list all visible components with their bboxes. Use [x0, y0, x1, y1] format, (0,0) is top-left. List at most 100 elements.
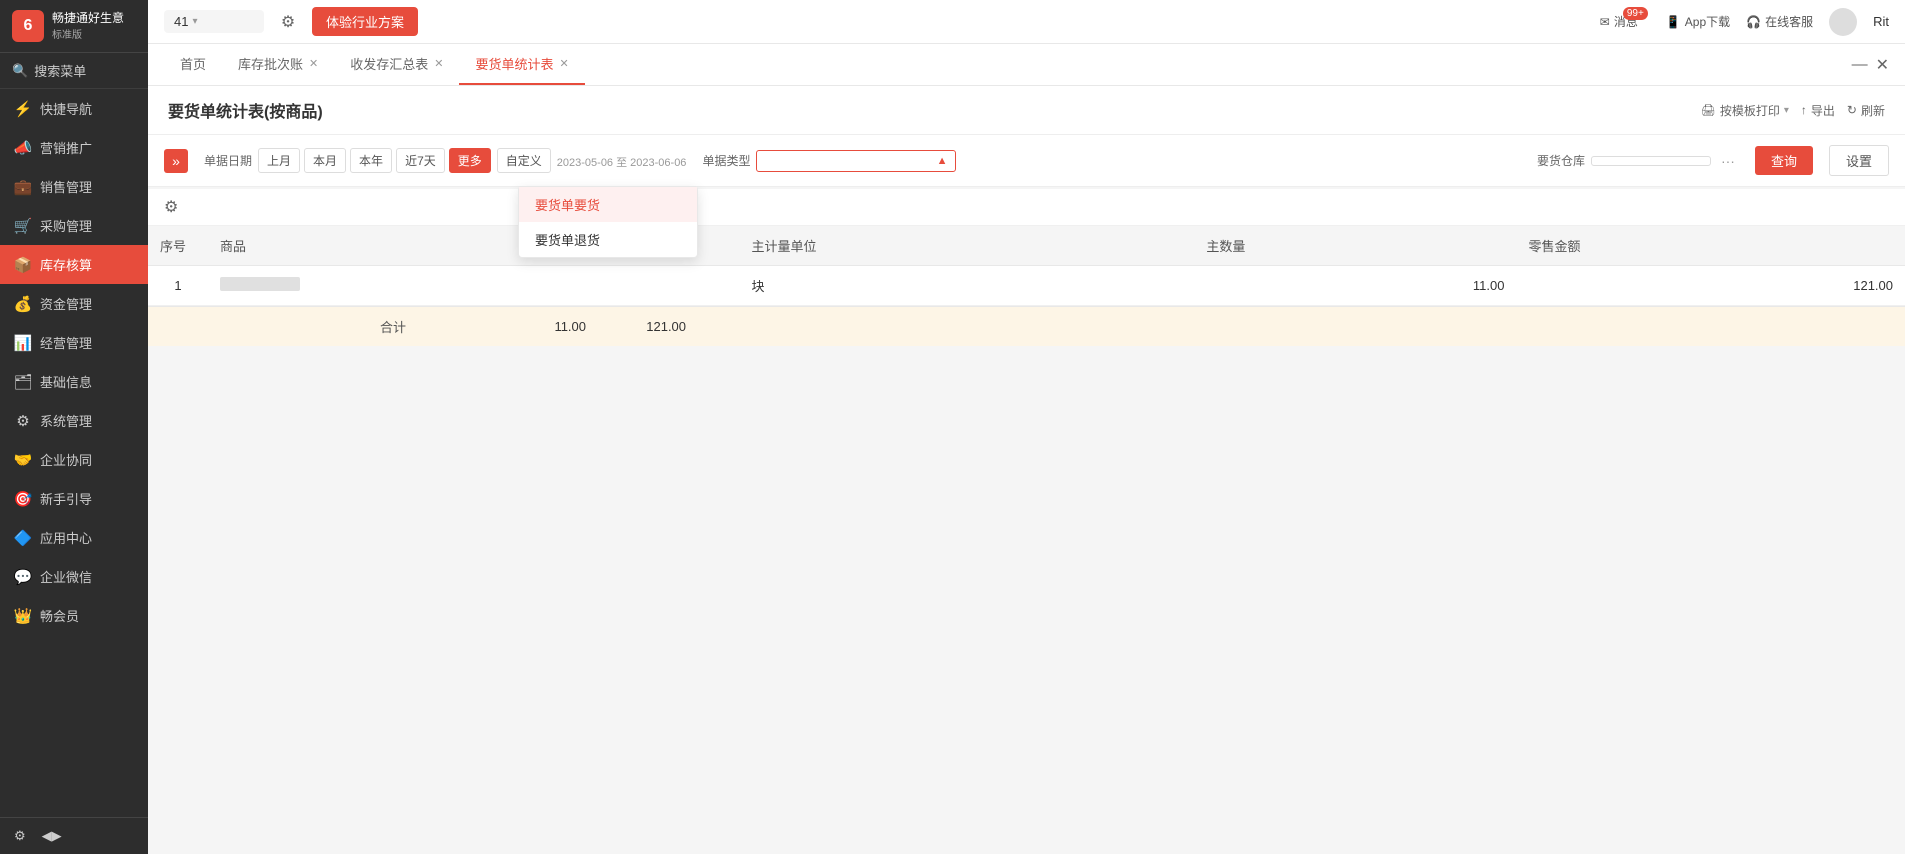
- gear-button[interactable]: ⚙: [274, 8, 302, 36]
- user-name: Rit: [1873, 14, 1889, 29]
- sidebar-item-guide[interactable]: 🎯 新手引导: [0, 479, 148, 518]
- last-7days-btn[interactable]: 近7天: [396, 148, 445, 173]
- nav-label-purchase: 采购管理: [40, 216, 92, 235]
- tab-close-inventory-batch[interactable]: ✕: [309, 57, 318, 70]
- trial-button[interactable]: 体验行业方案: [312, 7, 418, 36]
- sidebar-item-marketing[interactable]: 📣 营销推广: [0, 128, 148, 167]
- tab-minimize-icon[interactable]: —: [1852, 56, 1868, 74]
- settings-icon[interactable]: ⚙: [14, 828, 26, 844]
- tab-close-requisition-stats[interactable]: ✕: [560, 57, 569, 70]
- print-dropdown-icon: ▾: [1784, 105, 1789, 116]
- warehouse-filter-label: 要货仓库: [1537, 152, 1585, 169]
- this-year-btn[interactable]: 本年: [350, 148, 392, 173]
- warehouse-input[interactable]: [1591, 156, 1711, 166]
- main-content: 41 ▾ ⚙ 体验行业方案 ✉ 消息 99+ 📱 App下载 🎧 在线客服 Ri…: [148, 0, 1905, 854]
- sidebar-item-operation[interactable]: 📊 经营管理: [0, 323, 148, 362]
- total-quantity: 11.00: [506, 319, 586, 334]
- sidebar-item-purchase[interactable]: 🛒 采购管理: [0, 206, 148, 245]
- table-row: 1块11.00121.00: [148, 266, 1905, 306]
- user-avatar[interactable]: [1829, 8, 1857, 36]
- tab-requisition-stats[interactable]: 要货单统计表✕: [459, 44, 584, 85]
- message-icon: ✉: [1600, 15, 1610, 29]
- page-header: 要货单统计表(按商品) 🖨 按模板打印 ▾ ↑ 导出 ↻ 刷新: [148, 86, 1905, 135]
- sidebar-item-member[interactable]: 👑 畅会员: [0, 596, 148, 635]
- nav-label-inventory: 库存核算: [40, 255, 92, 274]
- dropdown-item-return[interactable]: 要货单退货: [519, 222, 697, 257]
- nav-label-guide: 新手引导: [40, 489, 92, 508]
- nav-label-basic-info: 基础信息: [40, 372, 92, 391]
- table-settings-icon[interactable]: ⚙: [164, 197, 178, 217]
- nav-icon-cooperation: 🤝: [14, 451, 32, 469]
- nav-icon-operation: 📊: [14, 334, 32, 352]
- nav-icon-inventory: 📦: [14, 256, 32, 274]
- sidebar-item-wechat[interactable]: 💬 企业微信: [0, 557, 148, 596]
- app-version: 标准版: [52, 26, 124, 41]
- export-button[interactable]: ↑ 导出: [1801, 102, 1835, 119]
- settings-button[interactable]: 设置: [1829, 145, 1889, 176]
- dropdown-item-requisition[interactable]: 要货单要货: [519, 187, 697, 222]
- export-label: 导出: [1811, 102, 1835, 119]
- type-filter-select[interactable]: ▲: [756, 150, 956, 172]
- service-icon: 🎧: [1746, 15, 1761, 29]
- date-filter-label: 单据日期: [204, 152, 252, 169]
- search-icon: 🔍: [12, 63, 28, 79]
- tab-label-inventory-batch: 库存批次账: [238, 54, 303, 73]
- tab-close-receive-summary[interactable]: ✕: [434, 57, 443, 70]
- query-button[interactable]: 查询: [1755, 146, 1813, 175]
- filter-expand-button[interactable]: »: [164, 149, 188, 173]
- store-selector[interactable]: 41 ▾: [164, 10, 264, 33]
- company-name: 畅捷通好生意: [52, 11, 124, 27]
- nav-icon-guide: 🎯: [14, 490, 32, 508]
- col-header-unit: 主计量单位: [740, 226, 1195, 266]
- collapse-icon[interactable]: ◀▶: [42, 828, 62, 844]
- refresh-button[interactable]: ↻ 刷新: [1847, 102, 1885, 119]
- more-btn[interactable]: 更多: [449, 148, 491, 173]
- chevron-down-icon: ▾: [192, 16, 197, 27]
- messages-action[interactable]: ✉ 消息 99+: [1600, 13, 1638, 30]
- sidebar-item-sales[interactable]: 💼 销售管理: [0, 167, 148, 206]
- nav-label-cooperation: 企业协同: [40, 450, 92, 469]
- table-container: ⚙ 序号商品主计量单位主数量零售金额 1块11.00121.00: [148, 189, 1905, 306]
- sidebar: 6 畅捷通好生意 标准版 🔍 搜索菜单 ⚡ 快捷导航 📣 营销推广 💼 销售管理…: [0, 0, 148, 854]
- sidebar-item-app-center[interactable]: 🔷 应用中心: [0, 518, 148, 557]
- nav-label-system: 系统管理: [40, 411, 92, 430]
- last-month-btn[interactable]: 上月: [258, 148, 300, 173]
- tab-receive-summary[interactable]: 收发存汇总表✕: [334, 44, 459, 85]
- online-service-action[interactable]: 🎧 在线客服: [1746, 13, 1813, 30]
- warehouse-filter-group: 要货仓库 ···: [1537, 152, 1739, 169]
- expand-icon: »: [172, 153, 180, 169]
- sidebar-search[interactable]: 🔍 搜索菜单: [0, 53, 148, 89]
- cell-unit-0: 块: [740, 266, 1195, 306]
- app-download-action[interactable]: 📱 App下载: [1666, 13, 1730, 30]
- custom-date-btn[interactable]: 自定义: [497, 148, 551, 173]
- nav-icon-member: 👑: [14, 607, 32, 625]
- logo-icon: 6: [12, 10, 44, 42]
- sidebar-item-basic-info[interactable]: 🗂 基础信息: [0, 362, 148, 401]
- tab-inventory-batch[interactable]: 库存批次账 ✕: [222, 44, 334, 85]
- tab-home[interactable]: 首页: [164, 44, 222, 85]
- tab-close-all-icon[interactable]: ✕: [1876, 55, 1889, 75]
- nav-icon-wechat: 💬: [14, 568, 32, 586]
- nav-label-finance: 资金管理: [40, 294, 92, 313]
- cell-amount-0: 121.00: [1516, 266, 1905, 306]
- more-dots-icon[interactable]: ···: [1717, 153, 1739, 169]
- mobile-icon: 📱: [1666, 15, 1681, 29]
- print-button[interactable]: 🖨 按模板打印 ▾: [1701, 102, 1789, 119]
- tab-label-home: 首页: [180, 54, 206, 73]
- this-month-btn[interactable]: 本月: [304, 148, 346, 173]
- nav-icon-finance: 💰: [14, 295, 32, 313]
- sidebar-item-finance[interactable]: 💰 资金管理: [0, 284, 148, 323]
- nav-icon-marketing: 📣: [14, 139, 32, 157]
- type-filter-group: 单据类型 ▲: [702, 150, 1521, 172]
- table-footer: 合计 11.00 121.00: [148, 306, 1905, 346]
- search-label: 搜索菜单: [34, 61, 86, 80]
- print-label: 按模板打印: [1720, 102, 1780, 119]
- sidebar-item-inventory[interactable]: 📦 库存核算: [0, 245, 148, 284]
- store-name: 41: [174, 14, 188, 29]
- sidebar-item-cooperation[interactable]: 🤝 企业协同: [0, 440, 148, 479]
- sidebar-item-system[interactable]: ⚙ 系统管理: [0, 401, 148, 440]
- date-shortcuts: 上月 本月 本年 近7天 更多: [258, 148, 491, 173]
- sidebar-item-quick-nav[interactable]: ⚡ 快捷导航: [0, 89, 148, 128]
- nav-label-marketing: 营销推广: [40, 138, 92, 157]
- refresh-icon: ↻: [1847, 103, 1857, 117]
